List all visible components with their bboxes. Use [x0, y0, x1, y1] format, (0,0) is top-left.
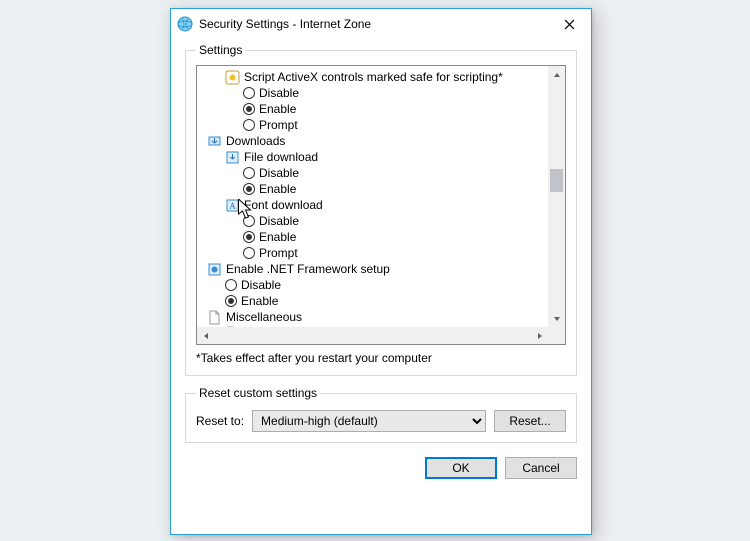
- option-font-download-prompt[interactable]: Prompt: [199, 245, 546, 261]
- node-miscellaneous-label: Miscellaneous: [226, 310, 302, 324]
- reset-legend: Reset custom settings: [196, 386, 320, 400]
- downloads-icon: [207, 134, 222, 149]
- settings-tree-viewport: Script ActiveX controls marked safe for …: [197, 66, 548, 327]
- font-download-icon: A: [225, 198, 240, 213]
- radio-icon: [243, 183, 255, 195]
- option-dotnet-disable[interactable]: Disable: [199, 277, 546, 293]
- reset-to-label: Reset to:: [196, 414, 244, 428]
- radio-icon: [225, 279, 237, 291]
- radio-icon: [243, 119, 255, 131]
- option-font-download-disable[interactable]: Disable: [199, 213, 546, 229]
- titlebar[interactable]: Security Settings - Internet Zone: [171, 9, 591, 39]
- option-font-download-enable[interactable]: Enable: [199, 229, 546, 245]
- node-font-download-label: Font download: [244, 198, 323, 212]
- close-button[interactable]: [549, 10, 589, 38]
- node-file-download-label: File download: [244, 150, 318, 164]
- radio-icon: [225, 295, 237, 307]
- radio-icon: [243, 87, 255, 99]
- internet-options-icon: [177, 16, 193, 32]
- vertical-scroll-thumb[interactable]: [550, 169, 563, 192]
- reset-group: Reset custom settings Reset to: Medium-h…: [185, 386, 577, 443]
- reset-button[interactable]: Reset...: [494, 410, 566, 432]
- option-dotnet-enable[interactable]: Enable: [199, 293, 546, 309]
- node-file-download[interactable]: File download: [199, 149, 546, 165]
- horizontal-scroll-track[interactable]: [214, 327, 531, 344]
- cancel-button[interactable]: Cancel: [505, 457, 577, 479]
- node-miscellaneous[interactable]: Miscellaneous: [199, 309, 546, 325]
- option-script-activex-disable[interactable]: Disable: [199, 85, 546, 101]
- radio-icon: [243, 215, 255, 227]
- ok-button[interactable]: OK: [425, 457, 497, 479]
- security-settings-dialog: Security Settings - Internet Zone Settin…: [170, 8, 592, 535]
- svg-text:A: A: [229, 201, 236, 211]
- node-dotnet[interactable]: Enable .NET Framework setup: [199, 261, 546, 277]
- option-script-activex-prompt[interactable]: Prompt: [199, 117, 546, 133]
- settings-group: Settings Script ActiveX controls marked …: [185, 43, 577, 376]
- reset-to-select[interactable]: Medium-high (default): [252, 410, 486, 432]
- option-file-download-enable[interactable]: Enable: [199, 181, 546, 197]
- horizontal-scrollbar[interactable]: [197, 327, 548, 344]
- node-downloads-label: Downloads: [226, 134, 285, 148]
- scroll-corner: [548, 327, 565, 344]
- radio-icon: [243, 167, 255, 179]
- file-download-icon: [225, 150, 240, 165]
- vertical-scroll-track[interactable]: [548, 83, 565, 310]
- radio-icon: [243, 247, 255, 259]
- scroll-down-button[interactable]: [548, 310, 565, 327]
- settings-footnote: *Takes effect after you restart your com…: [196, 351, 566, 365]
- node-script-activex[interactable]: Script ActiveX controls marked safe for …: [199, 69, 546, 85]
- scroll-up-button[interactable]: [548, 66, 565, 83]
- option-file-download-disable[interactable]: Disable: [199, 165, 546, 181]
- dotnet-icon: [207, 262, 222, 277]
- option-script-activex-enable[interactable]: Enable: [199, 101, 546, 117]
- node-dotnet-label: Enable .NET Framework setup: [226, 262, 390, 276]
- settings-tree[interactable]: Script ActiveX controls marked safe for …: [196, 65, 566, 345]
- scroll-left-button[interactable]: [197, 327, 214, 344]
- vertical-scrollbar[interactable]: [548, 66, 565, 327]
- activex-icon: [225, 70, 240, 85]
- node-font-download[interactable]: A Font download: [199, 197, 546, 213]
- settings-legend: Settings: [196, 43, 245, 57]
- node-downloads[interactable]: Downloads: [199, 133, 546, 149]
- node-script-activex-label: Script ActiveX controls marked safe for …: [244, 70, 503, 84]
- scroll-right-button[interactable]: [531, 327, 548, 344]
- window-title: Security Settings - Internet Zone: [199, 17, 549, 31]
- radio-icon: [243, 231, 255, 243]
- radio-icon: [243, 103, 255, 115]
- page-icon: [207, 310, 222, 325]
